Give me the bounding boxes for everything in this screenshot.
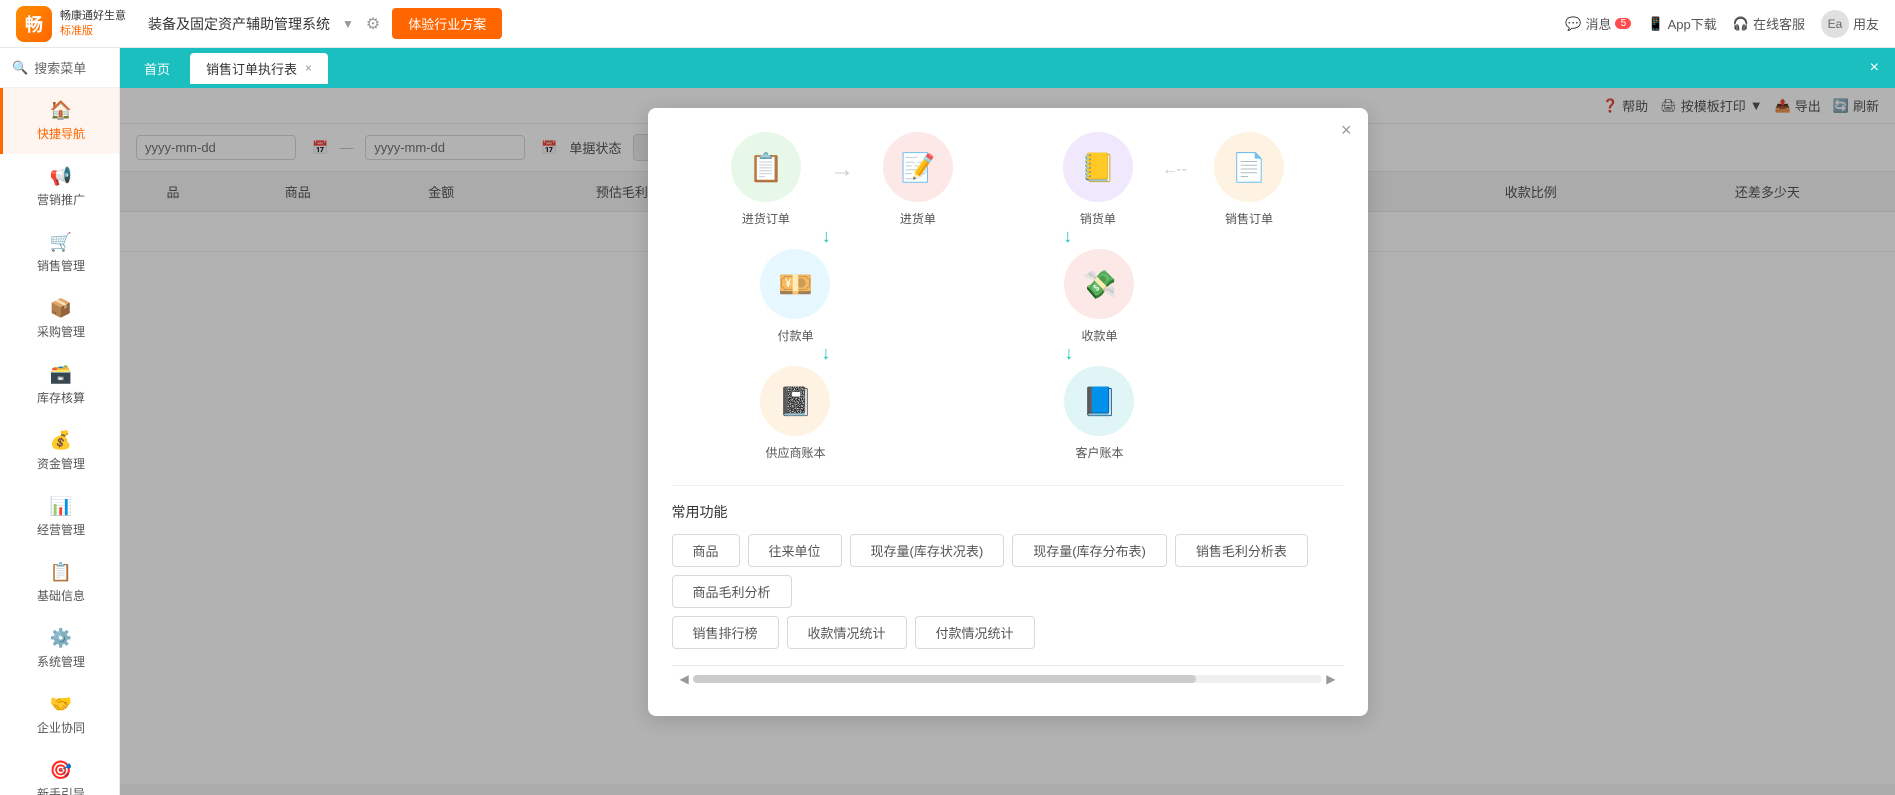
purchase-bill-icon: 📝 — [883, 132, 953, 202]
scroll-thumb — [693, 675, 1197, 683]
common-functions: 常用功能 商品 往来单位 现存量(库存状况表) 现存量(库存分布表) 销售毛利分… — [672, 485, 1344, 649]
sales-bill-label: 销货单 — [1080, 210, 1116, 227]
purchase-bill-label: 进货单 — [900, 210, 936, 227]
message-badge: 5 — [1615, 18, 1631, 29]
customer-ledger-label: 客户账本 — [1075, 444, 1123, 461]
sales-order-label: 销售订单 — [1225, 210, 1273, 227]
system-title: 装备及固定资产辅助管理系统 — [148, 14, 330, 34]
operations-icon: 📊 — [50, 496, 72, 517]
flow-node-sales-bill[interactable]: 📒 销货单 — [1038, 132, 1158, 227]
sales-order-icon: 📄 — [1214, 132, 1284, 202]
sidebar-item-inventory[interactable]: 🗃️ 库存核算 — [0, 352, 119, 418]
func-btn-stock-status[interactable]: 现存量(库存状况表) — [850, 534, 1005, 567]
cooperation-icon: 🤝 — [50, 694, 72, 715]
func-btn-payment-stats[interactable]: 付款情况统计 — [915, 616, 1035, 649]
sales-bill-icon: 📒 — [1063, 132, 1133, 202]
flow-node-customer-ledger[interactable]: 📘 客户账本 — [1039, 366, 1159, 461]
sidebar-item-marketing[interactable]: 📢 营销推广 — [0, 154, 119, 220]
purchase-icon: 📦 — [50, 298, 72, 319]
flow-node-purchase-bill[interactable]: 📝 进货单 — [858, 132, 978, 227]
newbie-icon: 🎯 — [50, 760, 72, 781]
func-btn-receipt-stats[interactable]: 收款情况统计 — [787, 616, 907, 649]
message-icon: 💬 — [1565, 16, 1581, 32]
logo-area: 畅 畅康通好生意 标准版 — [16, 6, 136, 42]
payment-bill-icon: 💴 — [760, 249, 830, 319]
system-dropdown-icon[interactable]: ▼ — [342, 17, 354, 31]
top-bar: 畅 畅康通好生意 标准版 装备及固定资产辅助管理系统 ▼ ⚙ 体验行业方案 💬 … — [0, 0, 1895, 48]
function-buttons-row2: 销售排行榜 收款情况统计 付款情况统计 — [672, 616, 1344, 649]
logo-text: 畅康通好生意 标准版 — [60, 9, 126, 38]
sales-icon: 🛒 — [50, 232, 72, 253]
top-bar-right: 💬 消息 5 📱 App下载 🎧 在线客服 Ea 用友 — [1565, 10, 1879, 38]
receipt-bill-icon: 💸 — [1064, 249, 1134, 319]
scroll-track[interactable] — [693, 675, 1323, 683]
receipt-bill-label: 收款单 — [1081, 327, 1117, 344]
inventory-icon: 🗃️ — [50, 364, 72, 385]
func-btn-goods-profit[interactable]: 商品毛利分析 — [672, 575, 792, 608]
content-area: 首页 销售订单执行表 × × ❓ 帮助 🖨 按 — [120, 48, 1895, 795]
search-menu-button[interactable]: 🔍 搜索菜单 — [0, 48, 119, 88]
tab-sales-order[interactable]: 销售订单执行表 × — [190, 53, 328, 84]
func-btn-units[interactable]: 往来单位 — [748, 534, 842, 567]
settings-icon[interactable]: ⚙ — [366, 14, 380, 34]
online-service-button[interactable]: 🎧 在线客服 — [1733, 14, 1805, 33]
purchase-order-icon: 📋 — [731, 132, 801, 202]
common-functions-title: 常用功能 — [672, 502, 1344, 522]
tab-bar: 首页 销售订单执行表 × × — [120, 48, 1895, 88]
scroll-right-icon[interactable]: ▶ — [1326, 672, 1335, 686]
purchase-order-label: 进货订单 — [742, 210, 790, 227]
top-bar-left: 畅 畅康通好生意 标准版 装备及固定资产辅助管理系统 ▼ ⚙ 体验行业方案 — [16, 6, 502, 42]
scroll-left-icon[interactable]: ◀ — [680, 672, 689, 686]
tab-close-icon[interactable]: × — [305, 61, 312, 75]
modal-close-button[interactable]: × — [1341, 120, 1352, 141]
func-btn-stock-dist[interactable]: 现存量(库存分布表) — [1012, 534, 1167, 567]
finance-icon: 💰 — [50, 430, 72, 451]
sidebar-item-quick-nav[interactable]: 🏠 快捷导航 — [0, 88, 119, 154]
user-name: 用友 — [1853, 14, 1879, 33]
scroll-bar-area: ◀ ▶ — [672, 665, 1344, 692]
func-btn-goods[interactable]: 商品 — [672, 534, 740, 567]
sidebar-item-finance[interactable]: 💰 资金管理 — [0, 418, 119, 484]
sidebar-item-operations[interactable]: 📊 经营管理 — [0, 484, 119, 550]
avatar: Ea — [1821, 10, 1849, 38]
customer-ledger-icon: 📘 — [1064, 366, 1134, 436]
system-icon: ⚙️ — [50, 628, 72, 649]
sidebar-item-cooperation[interactable]: 🤝 企业协同 — [0, 682, 119, 748]
flow-node-receipt-bill[interactable]: 💸 收款单 — [1039, 249, 1159, 344]
supplier-ledger-label: 供应商账本 — [765, 444, 825, 461]
search-icon: 🔍 — [12, 60, 28, 76]
flow-node-supplier-ledger[interactable]: 📓 供应商账本 — [735, 366, 855, 461]
message-button[interactable]: 💬 消息 5 — [1565, 14, 1631, 33]
supplier-ledger-icon: 📓 — [760, 366, 830, 436]
sidebar-item-sales[interactable]: 🛒 销售管理 — [0, 220, 119, 286]
flow-node-sales-order[interactable]: 📄 销售订单 — [1189, 132, 1309, 227]
modal-overlay[interactable]: × 📋 进货订单 — [120, 88, 1895, 795]
sidebar-item-system[interactable]: ⚙️ 系统管理 — [0, 616, 119, 682]
func-btn-sales-profit[interactable]: 销售毛利分析表 — [1175, 534, 1308, 567]
flow-node-purchase-order[interactable]: 📋 进货订单 — [706, 132, 826, 227]
page-content: ❓ 帮助 🖨 按模板打印 ▼ 📤 导出 🔄 刷新 — [120, 88, 1895, 795]
headset-icon: 🎧 — [1733, 16, 1749, 32]
function-buttons-row1: 商品 往来单位 现存量(库存状况表) 现存量(库存分布表) 销售毛利分析表 商品… — [672, 534, 1344, 608]
phone-icon: 📱 — [1647, 16, 1663, 32]
payment-bill-label: 付款单 — [777, 327, 813, 344]
main-layout: 🔍 搜索菜单 🏠 快捷导航 📢 营销推广 🛒 销售管理 📦 采购管理 🗃️ — [0, 48, 1895, 795]
user-area[interactable]: Ea 用友 — [1821, 10, 1879, 38]
sidebar-item-basic-info[interactable]: 📋 基础信息 — [0, 550, 119, 616]
sidebar-item-newbie[interactable]: 🎯 新手引导 — [0, 748, 119, 795]
modal-dialog: × 📋 进货订单 — [648, 108, 1368, 716]
marketing-icon: 📢 — [50, 166, 72, 187]
tab-home[interactable]: 首页 — [128, 53, 186, 84]
experience-button[interactable]: 体验行业方案 — [392, 8, 502, 39]
sidebar: 🔍 搜索菜单 🏠 快捷导航 📢 营销推广 🛒 销售管理 📦 采购管理 🗃️ — [0, 48, 120, 795]
flow-diagram: 📋 进货订单 → 📝 — [672, 132, 1344, 461]
sidebar-item-purchase[interactable]: 📦 采购管理 — [0, 286, 119, 352]
app-download-button[interactable]: 📱 App下载 — [1647, 14, 1716, 33]
tab-close-all-icon[interactable]: × — [1862, 59, 1887, 77]
flow-node-payment-bill[interactable]: 💴 付款单 — [735, 249, 855, 344]
home-icon: 🏠 — [50, 100, 72, 121]
logo-icon: 畅 — [16, 6, 52, 42]
basic-info-icon: 📋 — [50, 562, 72, 583]
func-btn-sales-ranking[interactable]: 销售排行榜 — [672, 616, 779, 649]
